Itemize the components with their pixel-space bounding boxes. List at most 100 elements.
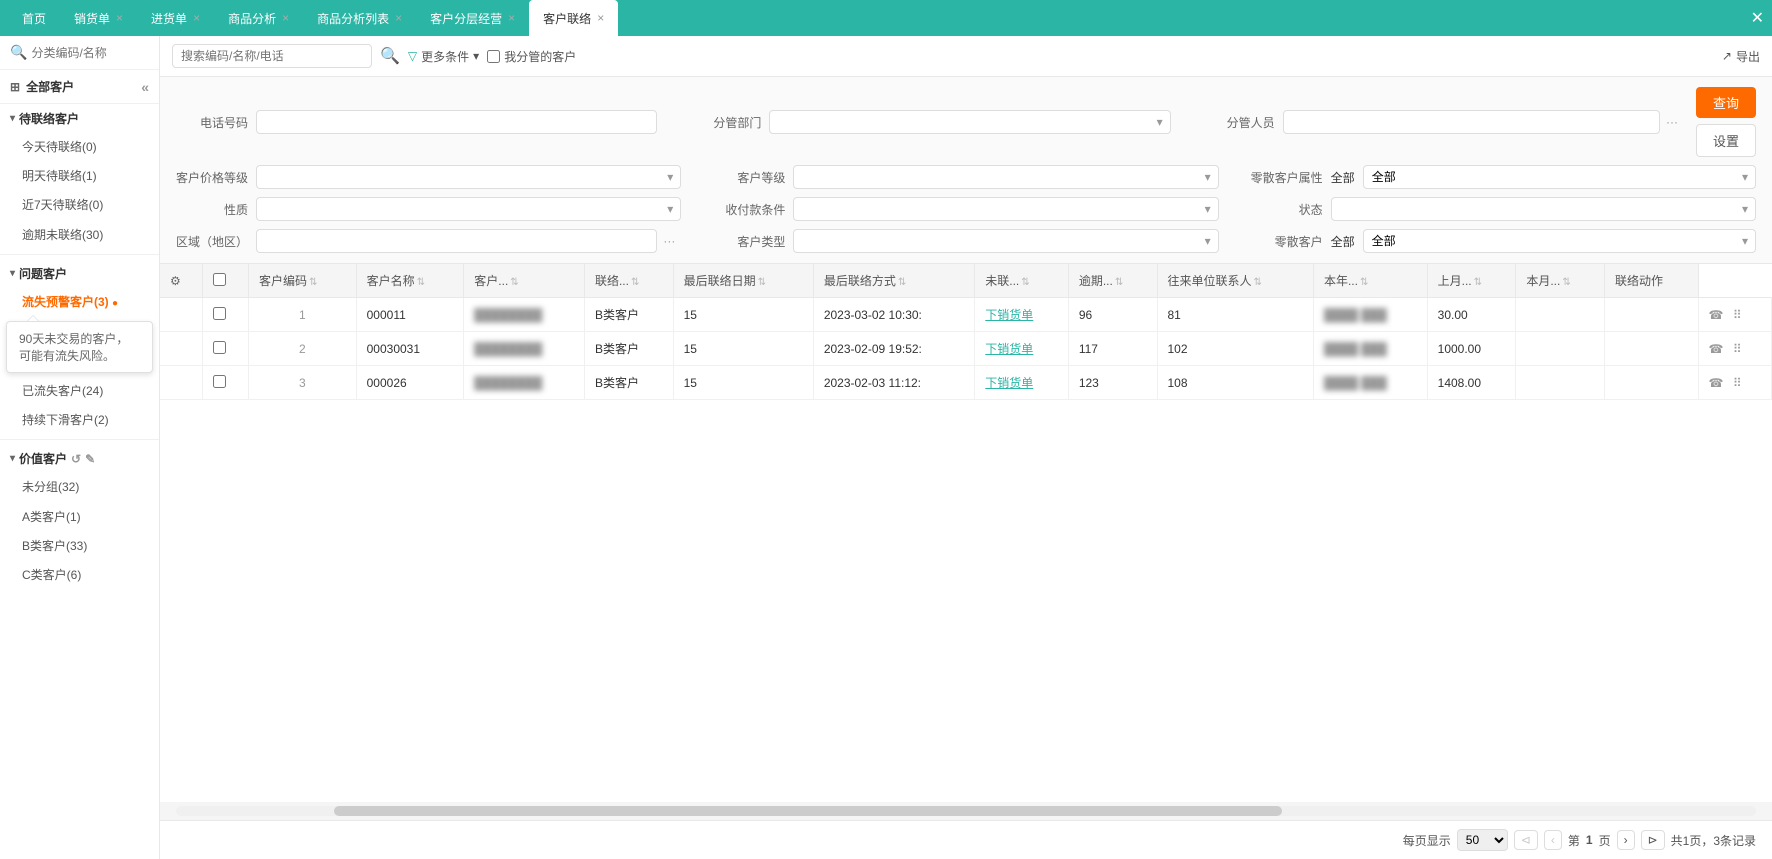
tab-customer-contact[interactable]: 客户联络 ×: [529, 0, 618, 36]
sidebar-item-b-class[interactable]: B类客户(33): [0, 532, 159, 561]
horizontal-scrollbar[interactable]: [176, 806, 1756, 816]
filter-status-select[interactable]: [1331, 197, 1756, 221]
row-more-action[interactable]: ⠿: [1733, 376, 1742, 390]
export-btn[interactable]: ↗ 导出: [1722, 48, 1760, 65]
edit-icon[interactable]: ✎: [85, 452, 95, 466]
row-name: ████████: [464, 366, 585, 400]
row-last-method[interactable]: 下销货单: [975, 298, 1069, 332]
prev-page-btn[interactable]: ‹: [1544, 830, 1562, 850]
row-checkbox[interactable]: [202, 298, 248, 332]
sidebar-section-problem[interactable]: ▾ 问题客户: [0, 259, 159, 288]
row-action-btns[interactable]: ☎ ⠿: [1698, 332, 1771, 366]
refresh-icon[interactable]: ↺: [71, 452, 81, 466]
sidebar-item-tomorrow[interactable]: 明天待联络(1): [0, 162, 159, 191]
filter-payment-select[interactable]: [793, 197, 1218, 221]
tab-customer-tier[interactable]: 客户分层经营 ×: [416, 0, 529, 36]
row-last-method[interactable]: 下销货单: [975, 366, 1069, 400]
tab-customer-contact-close[interactable]: ×: [597, 11, 604, 25]
sidebar-item-churned[interactable]: 已流失客户(24): [0, 377, 159, 406]
page-size-select[interactable]: 50 100: [1457, 829, 1508, 851]
sidebar-search-input[interactable]: [31, 46, 149, 60]
row-checkbox[interactable]: [202, 366, 248, 400]
filter-retail-select[interactable]: 全部: [1363, 229, 1756, 253]
sort-this-year[interactable]: ⇅: [1360, 277, 1368, 288]
sort-ctype[interactable]: ⇅: [510, 277, 518, 288]
filter-cust-type-select[interactable]: [793, 229, 1218, 253]
row-last-method[interactable]: 下销货单: [975, 332, 1069, 366]
settings-btn[interactable]: 设置: [1696, 124, 1756, 157]
th-settings[interactable]: ⚙: [160, 264, 202, 298]
sidebar-item-declining[interactable]: 持续下滑客户(2): [0, 406, 159, 435]
sort-code[interactable]: ⇅: [309, 277, 317, 288]
filter-price-level-select[interactable]: [256, 165, 681, 189]
window-close-btn[interactable]: ✕: [1751, 8, 1764, 28]
sort-overdue[interactable]: ⇅: [1115, 277, 1123, 288]
tab-customer-tier-close[interactable]: ×: [508, 11, 515, 25]
my-customers-checkbox[interactable]: [487, 50, 500, 63]
filter-region-dots[interactable]: ···: [657, 234, 681, 248]
filter-retail-attr-select[interactable]: 全部: [1363, 165, 1756, 189]
sidebar-item-today[interactable]: 今天待联络(0): [0, 133, 159, 162]
filter-customer-level-label: 客户等级: [713, 169, 793, 186]
filter-nature-select[interactable]: [256, 197, 681, 221]
tab-product-list[interactable]: 商品分析列表 ×: [303, 0, 416, 36]
tab-sales-close[interactable]: ×: [116, 11, 123, 25]
sort-last-date[interactable]: ⇅: [758, 277, 766, 288]
row-contact-action[interactable]: ☎: [1709, 376, 1724, 390]
tab-product-analysis[interactable]: 商品分析 ×: [214, 0, 303, 36]
sidebar-all-customers[interactable]: ⊞ 全部客户 «: [0, 70, 159, 104]
row-action-btns[interactable]: ☎ ⠿: [1698, 298, 1771, 332]
tab-product-analysis-close[interactable]: ×: [282, 11, 289, 25]
row-more-action[interactable]: ⠿: [1733, 308, 1742, 322]
sort-this-month[interactable]: ⇅: [1562, 277, 1570, 288]
sidebar-item-a-class[interactable]: A类客户(1): [0, 503, 159, 532]
th-checkbox[interactable]: [202, 264, 248, 298]
filter-manager-input[interactable]: [1283, 110, 1660, 134]
tab-home[interactable]: 首页: [8, 0, 60, 36]
row-checkbox[interactable]: [202, 332, 248, 366]
filter-search-btn[interactable]: 🔍: [380, 46, 400, 66]
next-page-btn[interactable]: ›: [1617, 830, 1635, 850]
sidebar-item-c-class[interactable]: C类客户(6): [0, 561, 159, 590]
row-action-btns[interactable]: ☎ ⠿: [1698, 366, 1771, 400]
th-this-month: 本月...⇅: [1516, 264, 1605, 298]
filter-region-input[interactable]: [256, 229, 657, 253]
sidebar-section-pending[interactable]: ▾ 待联络客户: [0, 104, 159, 133]
sort-name[interactable]: ⇅: [417, 277, 425, 288]
filter-actions: 查询 设置: [1684, 87, 1756, 157]
sidebar-item-ungrouped[interactable]: 未分组(32): [0, 473, 159, 502]
row-contact-action[interactable]: ☎: [1709, 342, 1724, 356]
settings-icon[interactable]: ⚙: [170, 274, 181, 288]
my-customers-filter[interactable]: 我分管的客户: [487, 48, 576, 65]
warning-icon: ●: [112, 298, 118, 309]
sidebar-item-churn-warning[interactable]: 流失预警客户(3) ●: [0, 288, 159, 317]
sidebar-section-value[interactable]: ▾ 价值客户 ↺ ✎: [0, 444, 159, 473]
query-btn[interactable]: 查询: [1696, 87, 1756, 118]
tab-sales[interactable]: 销货单 ×: [60, 0, 137, 36]
tab-product-list-close[interactable]: ×: [395, 11, 402, 25]
sort-unlisted[interactable]: ⇅: [1021, 277, 1029, 288]
filter-phone-input[interactable]: [256, 110, 657, 134]
first-page-btn[interactable]: ⊲: [1514, 830, 1538, 850]
tab-purchase-close[interactable]: ×: [193, 11, 200, 25]
sidebar-item-7days[interactable]: 近7天待联络(0): [0, 191, 159, 220]
filter-search-input[interactable]: [172, 44, 372, 68]
tab-purchase[interactable]: 进货单 ×: [137, 0, 214, 36]
th-overdue: 逾期...⇅: [1068, 264, 1157, 298]
filter-dept-select[interactable]: [769, 110, 1170, 134]
row-contact-action[interactable]: ☎: [1709, 308, 1724, 322]
sidebar-item-overdue[interactable]: 逾期未联络(30): [0, 221, 159, 250]
filter-row-1: 电话号码 分管部门 分管人员: [176, 87, 1756, 157]
sort-last-method[interactable]: ⇅: [898, 277, 906, 288]
last-page-btn[interactable]: ⊳: [1641, 830, 1665, 850]
filter-more-btn[interactable]: ▽ 更多条件 ▾: [408, 48, 479, 65]
filter-manager-dots[interactable]: ···: [1660, 115, 1684, 129]
sort-contact-person[interactable]: ⇅: [1254, 277, 1262, 288]
sort-contact[interactable]: ⇅: [631, 277, 639, 288]
row-num: 1: [248, 298, 356, 332]
sort-last-month[interactable]: ⇅: [1474, 277, 1482, 288]
scroll-thumb[interactable]: [334, 806, 1282, 816]
row-more-action[interactable]: ⠿: [1733, 342, 1742, 356]
filter-customer-level-select[interactable]: [793, 165, 1218, 189]
select-all-checkbox[interactable]: [213, 273, 226, 286]
